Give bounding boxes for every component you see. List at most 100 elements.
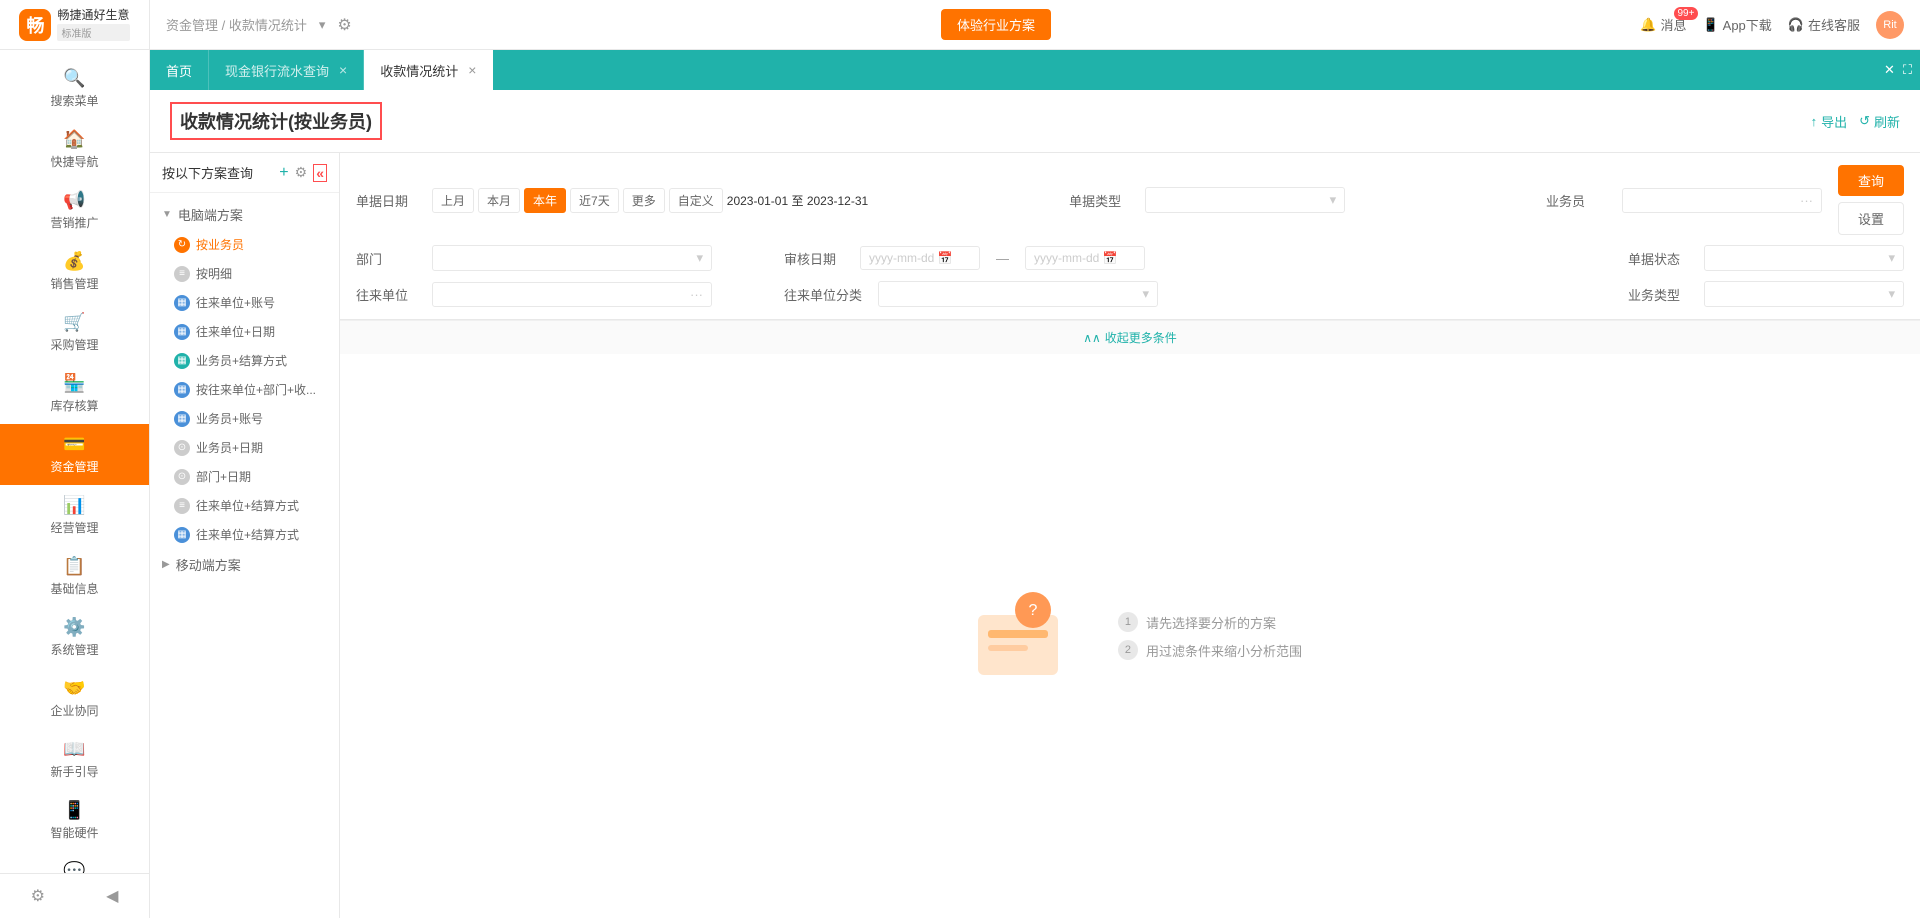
scheme-icon-teal: ▦ [174, 353, 190, 369]
calendar-icon2[interactable]: 📅 [1103, 251, 1118, 265]
page-header: 收款情况统计(按业务员) ↑ 导出 ↺ 刷新 [150, 90, 1920, 153]
sidebar-item-search[interactable]: 🔍 搜索菜单 [0, 58, 149, 119]
scheme-item-partner-settle1[interactable]: ≡ 往来单位+结算方式 [150, 491, 339, 520]
sidebar-item-operations[interactable]: 📊 经营管理 [0, 485, 149, 546]
audit-date-start[interactable]: yyyy-mm-dd 📅 [860, 246, 980, 270]
tabbar: 首页 现金银行流水查询 × 收款情况统计 × ✕ ⛶ [150, 50, 1920, 90]
scheme-icon-gray: ≡ [174, 266, 190, 282]
scheme-actions: + ⚙ « [279, 164, 327, 182]
scheme-item-partner-settle2[interactable]: ▦ 往来单位+结算方式 [150, 520, 339, 549]
collapse-button[interactable]: ∧∧ 收起更多条件 [1083, 329, 1177, 346]
setting-button[interactable]: 设置 [1838, 202, 1904, 235]
scheme-icon-gray4: ≡ [174, 498, 190, 514]
desktop-group-header[interactable]: ▼ 电脑端方案 [150, 199, 339, 230]
sidebar-item-inventory[interactable]: 🏪 库存核算 [0, 363, 149, 424]
partner-type-select[interactable]: ▾ [878, 281, 1158, 307]
collapse-chevron-icon: ∧∧ [1083, 331, 1101, 345]
step-1-text: 请先选择要分析的方案 [1146, 613, 1276, 632]
user-avatar[interactable]: Rit [1876, 11, 1904, 39]
scheme-item-dept-date[interactable]: ⊙ 部门+日期 [150, 462, 339, 491]
date-btn-this-year[interactable]: 本年 [524, 188, 566, 213]
date-btn-more[interactable]: 更多 [623, 188, 665, 213]
sidebar-item-enterprise[interactable]: 🤝 企业协同 [0, 668, 149, 729]
funds-nav-icon: 💳 [63, 434, 85, 455]
sidebar-item-basic[interactable]: 📋 基础信息 [0, 546, 149, 607]
scheme-icon-blue2: ▦ [174, 324, 190, 340]
export-button[interactable]: ↑ 导出 [1811, 112, 1848, 131]
scheme-item-salesman-settle[interactable]: ▦ 业务员+结算方式 [150, 346, 339, 375]
query-button[interactable]: 查询 [1838, 165, 1904, 196]
bank-tab-close-icon[interactable]: × [339, 62, 347, 78]
dept-select[interactable]: ▾ [432, 245, 712, 271]
scheme-item-salesman-account[interactable]: ▦ 业务员+账号 [150, 404, 339, 433]
empty-state-area: ? 1 请先选择要分析的方案 2 用过滤条件来缩小分析范围 [340, 354, 1920, 918]
receipt-tab-close-icon[interactable]: × [468, 62, 476, 78]
online-service-button[interactable]: 🎧 在线客服 [1788, 15, 1860, 34]
more-icon[interactable]: ··· [1800, 193, 1813, 208]
topbar-gear-icon[interactable]: ⚙ [337, 15, 351, 35]
empty-step-1: 1 请先选择要分析的方案 [1118, 612, 1302, 632]
scheme-item-by-detail[interactable]: ≡ 按明细 [150, 259, 339, 288]
scheme-item-partner-dept[interactable]: ▦ 按往来单位+部门+收... [150, 375, 339, 404]
partner-more-icon[interactable]: ··· [690, 287, 703, 302]
biz-type-select[interactable]: ▾ [1704, 281, 1904, 307]
partner-filter-label: 往来单位 [356, 285, 416, 304]
collapse-sidebar-icon[interactable]: ◀ [106, 886, 118, 906]
date-btn-last-month[interactable]: 上月 [432, 188, 474, 213]
sidebar-item-wechat[interactable]: 💬 企业微信 [0, 851, 149, 873]
mobile-group-header[interactable]: ▶ 移动端方案 [150, 549, 339, 580]
sidebar-item-purchase[interactable]: 🛒 采购管理 [0, 302, 149, 363]
breadcrumb-dropdown-icon[interactable]: ▾ [319, 17, 326, 33]
scheme-item-label: 业务员+结算方式 [196, 352, 287, 369]
settings-bottom-icon[interactable]: ⚙ [31, 886, 45, 906]
logo-icon: 畅 [19, 9, 51, 41]
audit-date-end[interactable]: yyyy-mm-dd 📅 [1025, 246, 1145, 270]
tab-receipt[interactable]: 收款情况统计 × [364, 50, 493, 90]
collapse-panel-icon[interactable]: « [313, 164, 327, 182]
date-btn-7days[interactable]: 近7天 [570, 188, 619, 213]
doc-type-select[interactable]: ▾ [1145, 187, 1345, 213]
partner-select[interactable]: ··· [432, 282, 712, 307]
trial-button[interactable]: 体验行业方案 [941, 9, 1051, 40]
doc-status-select[interactable]: ▾ [1704, 245, 1904, 271]
close-all-icon[interactable]: ✕ [1884, 62, 1895, 78]
sidebar-item-quick[interactable]: 🏠 快捷导航 [0, 119, 149, 180]
tab-bank[interactable]: 现金银行流水查询 × [209, 50, 364, 90]
basic-nav-icon: 📋 [63, 556, 85, 577]
audit-date-label: 审核日期 [784, 249, 844, 268]
bank-tab-label: 现金银行流水查询 [225, 61, 329, 80]
sidebar-item-label: 库存核算 [50, 397, 98, 414]
breadcrumb: 资金管理 / 收款情况统计 [166, 15, 307, 34]
scheme-icon-blue: ▦ [174, 295, 190, 311]
sidebar-item-funds[interactable]: 💳 资金管理 [0, 424, 149, 485]
dept-dropdown-icon: ▾ [696, 250, 703, 266]
date-btn-this-month[interactable]: 本月 [478, 188, 520, 213]
scheme-item-by-salesman[interactable]: ↻ 按业务员 [150, 230, 339, 259]
refresh-button[interactable]: ↺ 刷新 [1859, 112, 1900, 131]
sidebar-item-hardware[interactable]: 📱 智能硬件 [0, 790, 149, 851]
sidebar-item-sales[interactable]: 💰 销售管理 [0, 241, 149, 302]
sidebar-item-guide[interactable]: 📖 新手引导 [0, 729, 149, 790]
scheme-item-partner-date[interactable]: ▦ 往来单位+日期 [150, 317, 339, 346]
scheme-item-partner-account[interactable]: ▦ 往来单位+账号 [150, 288, 339, 317]
sidebar-item-system[interactable]: ⚙️ 系统管理 [0, 607, 149, 668]
scheme-item-salesman-date[interactable]: ⊙ 业务员+日期 [150, 433, 339, 462]
add-scheme-icon[interactable]: + [279, 164, 288, 182]
page-content: 收款情况统计(按业务员) ↑ 导出 ↺ 刷新 按以下方案查询 + [150, 90, 1920, 918]
operations-nav-icon: 📊 [63, 495, 85, 516]
message-button[interactable]: 🔔 消息 99+ [1640, 15, 1686, 34]
scheme-item-label: 往来单位+结算方式 [196, 497, 299, 514]
logo-tag: 标准版 [57, 24, 129, 41]
date-btn-custom[interactable]: 自定义 [669, 188, 723, 213]
date-filter-group: 上月 本月 本年 近7天 更多 自定义 2023-01-01 至 2023-12… [432, 188, 868, 213]
app-download-button[interactable]: 📱 App下载 [1702, 15, 1771, 34]
sidebar-item-marketing[interactable]: 📢 营销推广 [0, 180, 149, 241]
scheme-settings-icon[interactable]: ⚙ [295, 164, 308, 181]
salesman-select[interactable]: ··· [1622, 188, 1822, 213]
calendar-icon[interactable]: 📅 [938, 251, 953, 265]
audit-date-end-text: yyyy-mm-dd [1034, 251, 1099, 265]
sidebar-item-label: 营销推广 [50, 214, 98, 231]
maximize-icon[interactable]: ⛶ [1903, 62, 1912, 78]
tab-home[interactable]: 首页 [150, 50, 209, 90]
page-title: 收款情况统计(按业务员) [170, 102, 382, 140]
